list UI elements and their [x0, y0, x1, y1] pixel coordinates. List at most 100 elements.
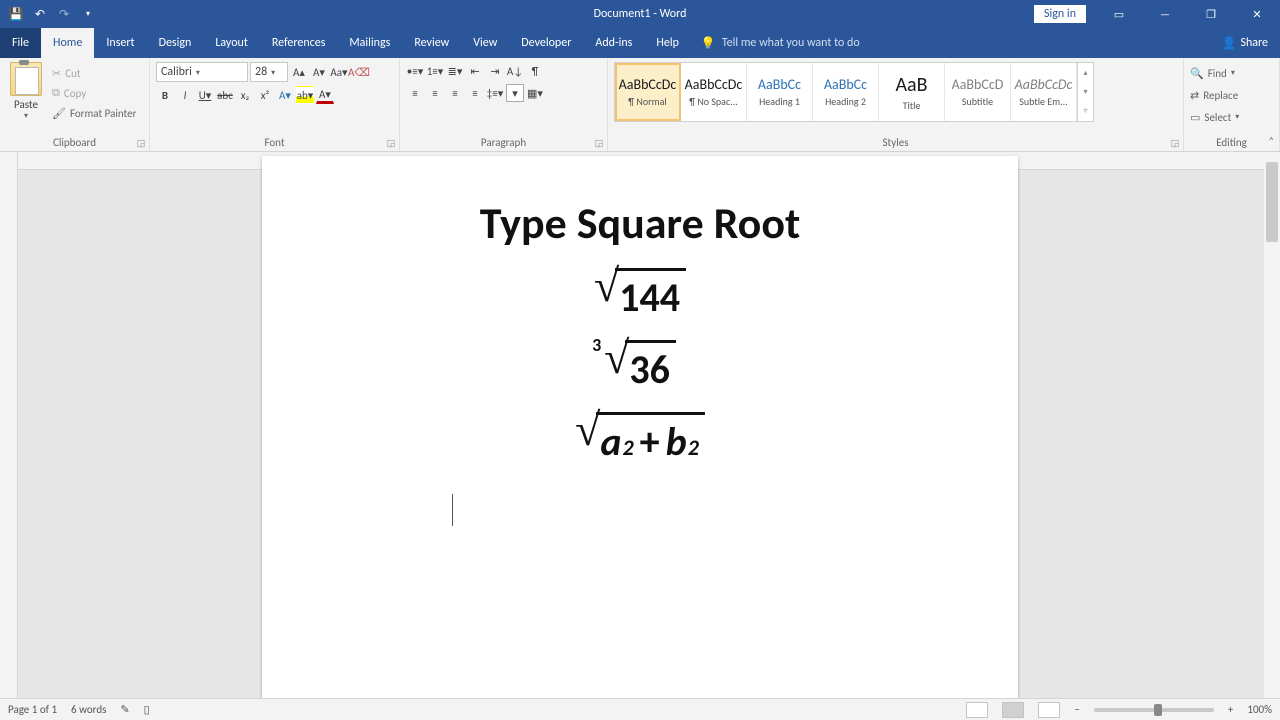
- collapse-ribbon-icon[interactable]: ˄: [1269, 134, 1274, 147]
- style-no-spacing[interactable]: AaBbCcDc¶ No Spac...: [681, 63, 747, 121]
- multilevel-icon[interactable]: ≣▾: [446, 62, 464, 80]
- clear-format-icon[interactable]: A⌫: [350, 63, 368, 81]
- tab-design[interactable]: Design: [147, 28, 204, 58]
- align-right-icon[interactable]: ≡: [446, 84, 464, 102]
- spellcheck-icon[interactable]: ✎: [120, 703, 129, 716]
- style-title[interactable]: AaBTitle: [879, 63, 945, 121]
- cut-button[interactable]: ✂Cut: [52, 64, 136, 82]
- font-color-icon[interactable]: A▾: [316, 86, 334, 104]
- radicand: a2 + b2: [596, 412, 704, 466]
- sort-icon[interactable]: A↓: [506, 62, 524, 80]
- restore-icon[interactable]: ❐: [1188, 0, 1234, 28]
- tab-review[interactable]: Review: [402, 28, 461, 58]
- save-icon[interactable]: 💾: [6, 4, 26, 24]
- vertical-scrollbar[interactable]: [1264, 152, 1280, 698]
- zoom-value[interactable]: 100%: [1247, 703, 1272, 716]
- scissors-icon: ✂: [52, 67, 61, 80]
- style-subtitle[interactable]: AaBbCcDSubtitle: [945, 63, 1011, 121]
- sign-in-button[interactable]: Sign in: [1034, 5, 1086, 23]
- bullets-icon[interactable]: •≡▾: [406, 62, 424, 80]
- styles-launcher-icon[interactable]: ◲: [1169, 137, 1181, 149]
- undo-icon[interactable]: ↶: [30, 4, 50, 24]
- line-spacing-icon[interactable]: ‡≡▾: [486, 84, 504, 102]
- style-heading-2[interactable]: AaBbCcHeading 2: [813, 63, 879, 121]
- zoom-slider[interactable]: [1094, 708, 1214, 712]
- decrease-indent-icon[interactable]: ⇤: [466, 62, 484, 80]
- align-left-icon[interactable]: ≡: [406, 84, 424, 102]
- justify-icon[interactable]: ≡: [466, 84, 484, 102]
- paste-button[interactable]: Paste ▾: [6, 62, 46, 121]
- show-marks-icon[interactable]: ¶: [526, 62, 544, 80]
- web-layout-icon[interactable]: [1038, 702, 1060, 718]
- chevron-down-icon[interactable]: ▾: [24, 111, 28, 121]
- paragraph-launcher-icon[interactable]: ◲: [593, 137, 605, 149]
- tab-home[interactable]: Home: [41, 28, 94, 58]
- align-center-icon[interactable]: ≡: [426, 84, 444, 102]
- redo-icon[interactable]: ↷: [54, 4, 74, 24]
- tab-mailings[interactable]: Mailings: [337, 28, 402, 58]
- replace-button[interactable]: Replace: [1190, 86, 1239, 104]
- grow-font-icon[interactable]: A▴: [290, 63, 308, 81]
- change-case-icon[interactable]: Aa▾: [330, 63, 348, 81]
- clipboard-launcher-icon[interactable]: ◲: [135, 137, 147, 149]
- tab-addins[interactable]: Add-ins: [583, 28, 644, 58]
- tab-view[interactable]: View: [461, 28, 509, 58]
- shading-icon[interactable]: ▾: [506, 84, 524, 102]
- equation-cbrt-36[interactable]: 3 √ 36: [604, 340, 676, 394]
- print-layout-icon[interactable]: [1002, 702, 1024, 718]
- styles-scroll[interactable]: ▴▾▿: [1077, 63, 1093, 121]
- tab-file[interactable]: File: [0, 28, 41, 58]
- group-paragraph: •≡▾ 1≡▾ ≣▾ ⇤ ⇥ A↓ ¶ ≡ ≡ ≡ ≡ ‡≡▾ ▾ ▦▾ Par…: [400, 58, 608, 151]
- font-launcher-icon[interactable]: ◲: [385, 137, 397, 149]
- page-indicator[interactable]: Page 1 of 1: [8, 703, 57, 716]
- select-button[interactable]: Select ▾: [1190, 108, 1239, 126]
- format-painter-button[interactable]: 🖌Format Painter: [52, 104, 136, 122]
- borders-icon[interactable]: ▦▾: [526, 84, 544, 102]
- group-label-styles: Styles: [608, 136, 1183, 149]
- copy-button[interactable]: ⧉Copy: [52, 84, 136, 102]
- qat-customize-icon[interactable]: ▾: [78, 4, 98, 24]
- strikethrough-icon[interactable]: abc: [216, 86, 234, 104]
- tab-developer[interactable]: Developer: [509, 28, 583, 58]
- group-label-font: Font: [150, 136, 399, 149]
- bold-icon[interactable]: B: [156, 86, 174, 104]
- group-label-clipboard: Clipboard: [0, 136, 149, 149]
- highlight-icon[interactable]: ab▾: [296, 86, 314, 104]
- page[interactable]: Type Square Root √ 144 3 √ 36 √ a2: [262, 156, 1018, 698]
- increase-indent-icon[interactable]: ⇥: [486, 62, 504, 80]
- ribbon-display-icon[interactable]: ▭: [1096, 0, 1142, 28]
- tab-insert[interactable]: Insert: [94, 28, 146, 58]
- zoom-in-icon[interactable]: +: [1228, 703, 1233, 716]
- style-normal[interactable]: AaBbCcDc¶ Normal: [615, 63, 681, 121]
- group-clipboard: Paste ▾ ✂Cut ⧉Copy 🖌Format Painter Clipb…: [0, 58, 150, 151]
- document-heading[interactable]: Type Square Root: [480, 196, 801, 250]
- macro-icon[interactable]: ▯: [144, 703, 150, 716]
- equation-sqrt-a2-plus-b2[interactable]: √ a2 + b2: [575, 412, 705, 466]
- word-count[interactable]: 6 words: [71, 703, 106, 716]
- style-subtle-emphasis[interactable]: AaBbCcDcSubtle Em...: [1011, 63, 1077, 121]
- scrollbar-thumb[interactable]: [1266, 162, 1278, 242]
- share-button[interactable]: 👤 Share: [1209, 28, 1280, 58]
- underline-icon[interactable]: U▾: [196, 86, 214, 104]
- equation-sqrt-144[interactable]: √ 144: [594, 268, 686, 322]
- font-size-selector[interactable]: 28: [250, 62, 288, 82]
- italic-icon[interactable]: I: [176, 86, 194, 104]
- minimize-icon[interactable]: —: [1142, 0, 1188, 28]
- superscript-icon[interactable]: x²: [256, 86, 274, 104]
- text-effects-icon[interactable]: A▾: [276, 86, 294, 104]
- styles-gallery[interactable]: AaBbCcDc¶ Normal AaBbCcDc¶ No Spac... Aa…: [614, 62, 1094, 122]
- subscript-icon[interactable]: x₂: [236, 86, 254, 104]
- vertical-ruler[interactable]: [0, 152, 18, 698]
- tab-references[interactable]: References: [260, 28, 338, 58]
- zoom-out-icon[interactable]: −: [1074, 703, 1079, 716]
- tab-help[interactable]: Help: [644, 28, 691, 58]
- tell-me-search[interactable]: 💡 Tell me what you want to do: [691, 28, 870, 58]
- shrink-font-icon[interactable]: A▾: [310, 63, 328, 81]
- close-icon[interactable]: ✕: [1234, 0, 1280, 28]
- font-name-selector[interactable]: Calibri: [156, 62, 248, 82]
- read-mode-icon[interactable]: [966, 702, 988, 718]
- find-button[interactable]: Find ▾: [1190, 64, 1239, 82]
- style-heading-1[interactable]: AaBbCcHeading 1: [747, 63, 813, 121]
- numbering-icon[interactable]: 1≡▾: [426, 62, 444, 80]
- tab-layout[interactable]: Layout: [203, 28, 260, 58]
